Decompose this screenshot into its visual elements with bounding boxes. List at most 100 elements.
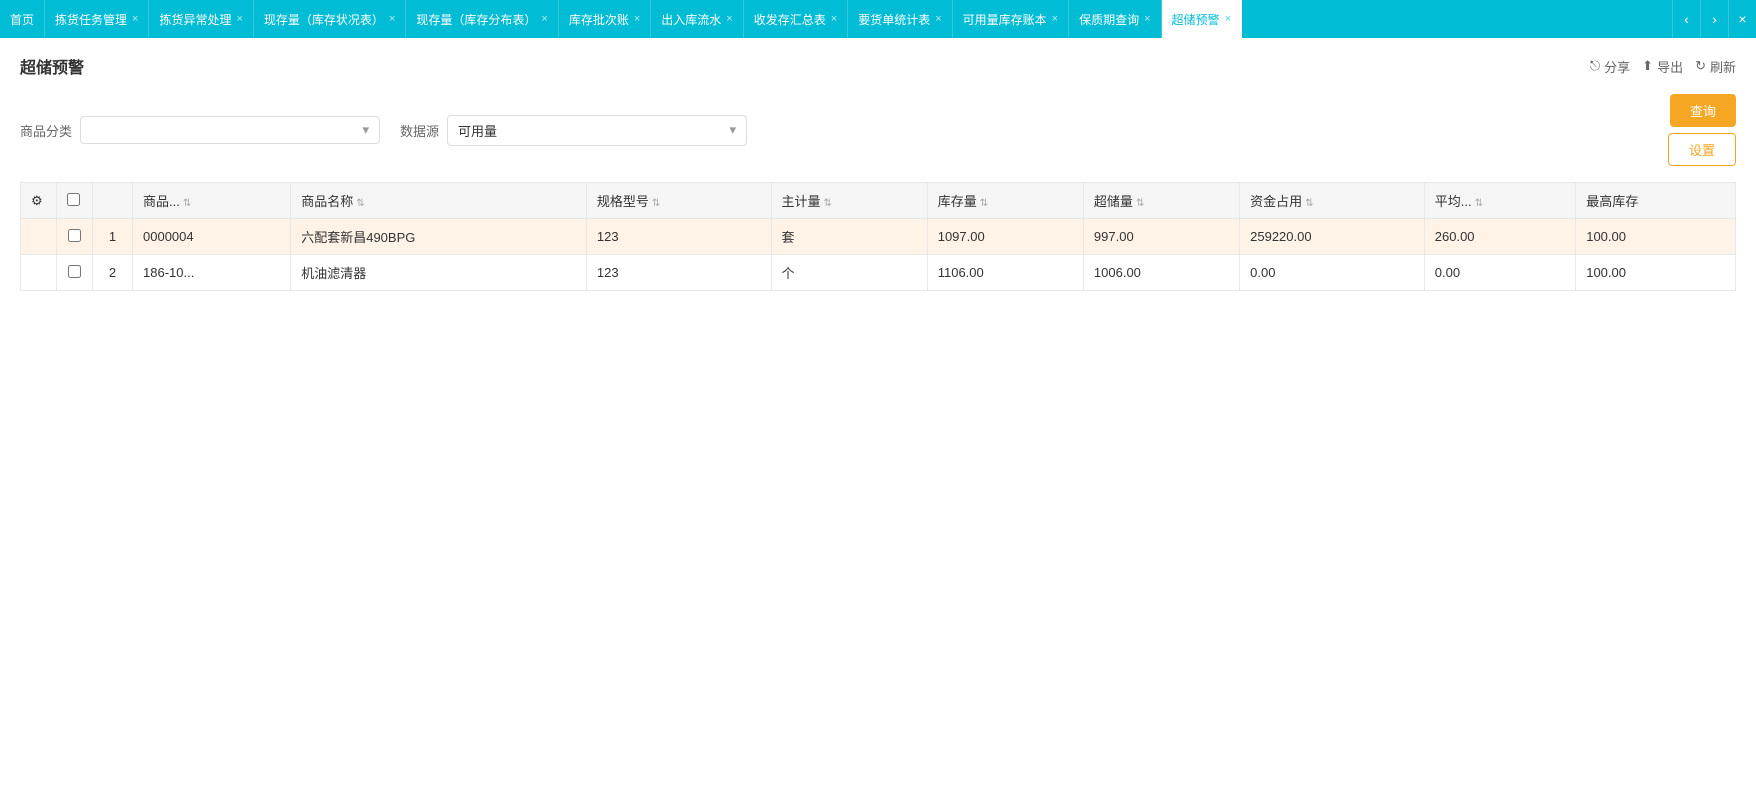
table-header-row: ⚙ 商品...⇅ 商品名称⇅ 规格型号⇅ 主计量⇅	[21, 183, 1736, 219]
close-icon[interactable]: ×	[935, 13, 941, 25]
filter-row: 商品分类 ▾ 数据源 可用量 ▾ 查询 设置	[20, 94, 1736, 166]
settings-icon[interactable]: ⚙	[31, 193, 43, 208]
product-name-cell: 六配套新昌490BPG	[291, 219, 587, 255]
product-code-col-header[interactable]: 商品...⇅	[133, 183, 291, 219]
header-actions: ⎋ 分享 ⬆ 导出 ↻ 刷新	[1590, 57, 1736, 76]
top-navigation: 首页 拣货任务管理 × 拣货异常处理 × 现存量（库存状况表） × 现存量（库存…	[0, 0, 1756, 38]
max-stock-cell: 100.00	[1576, 255, 1736, 291]
share-button[interactable]: ⎋ 分享	[1590, 57, 1630, 76]
unit-col-header[interactable]: 主计量⇅	[771, 183, 927, 219]
sort-icon: ⇅	[980, 198, 988, 209]
row-settings-cell	[21, 219, 57, 255]
nav-tab-batch[interactable]: 库存批次账 ×	[559, 0, 651, 38]
capital-cell: 0.00	[1240, 255, 1425, 291]
data-source-value: 可用量	[458, 121, 497, 140]
avg-col-header[interactable]: 平均...⇅	[1424, 183, 1575, 219]
nav-close-button[interactable]: ×	[1728, 0, 1756, 38]
close-icon[interactable]: ×	[1225, 13, 1231, 25]
stock-col-header[interactable]: 库存量⇅	[927, 183, 1083, 219]
avg-cell: 260.00	[1424, 219, 1575, 255]
sort-icon: ⇅	[652, 198, 660, 209]
nav-arrows: ‹ › ×	[1672, 0, 1756, 38]
data-source-label: 数据源	[400, 121, 439, 140]
nav-tab-available[interactable]: 可用量库存账本 ×	[953, 0, 1069, 38]
select-all-checkbox[interactable]	[67, 193, 80, 206]
stock-cell: 1097.00	[927, 219, 1083, 255]
query-button[interactable]: 查询	[1670, 94, 1736, 127]
sort-icon: ⇅	[183, 198, 191, 209]
spec-cell: 123	[586, 255, 771, 291]
main-content: 超储预警 ⎋ 分享 ⬆ 导出 ↻ 刷新 商品分类 ▾ 数据源	[0, 38, 1756, 800]
row-checkbox[interactable]	[68, 265, 81, 278]
nav-tab-inout[interactable]: 出入库流水 ×	[651, 0, 743, 38]
nav-tab-summary[interactable]: 收发存汇总表 ×	[744, 0, 848, 38]
chevron-down-icon: ▾	[730, 122, 737, 138]
max-stock-cell: 100.00	[1576, 219, 1736, 255]
share-icon: ⎋	[1590, 58, 1600, 74]
page-header: 超储预警 ⎋ 分享 ⬆ 导出 ↻ 刷新	[20, 54, 1736, 78]
product-code-cell: 186-10...	[133, 255, 291, 291]
nav-tab-home[interactable]: 首页	[0, 0, 45, 38]
rownum-col-header	[93, 183, 133, 219]
unit-cell: 个	[771, 255, 927, 291]
chevron-down-icon: ▾	[362, 122, 369, 138]
close-icon[interactable]: ×	[236, 13, 242, 25]
overstock-cell: 1006.00	[1083, 255, 1239, 291]
row-checkbox-cell[interactable]	[57, 219, 93, 255]
nav-next-button[interactable]: ›	[1700, 0, 1728, 38]
sort-icon: ⇅	[1136, 198, 1144, 209]
capital-cell: 259220.00	[1240, 219, 1425, 255]
close-icon[interactable]: ×	[634, 13, 640, 25]
page-title: 超储预警	[20, 54, 84, 78]
close-icon[interactable]: ×	[831, 13, 837, 25]
nav-tab-inventory-status[interactable]: 现存量（库存状况表） ×	[254, 0, 406, 38]
data-table: ⚙ 商品...⇅ 商品名称⇅ 规格型号⇅ 主计量⇅	[20, 182, 1736, 291]
close-icon[interactable]: ×	[1144, 13, 1150, 25]
close-icon[interactable]: ×	[541, 13, 547, 25]
data-source-filter: 数据源 可用量 ▾	[400, 115, 747, 146]
export-icon: ⬆	[1642, 58, 1653, 74]
refresh-icon: ↻	[1695, 58, 1706, 74]
nav-tab-task[interactable]: 拣货任务管理 ×	[45, 0, 149, 38]
product-name-cell: 机油滤清器	[291, 255, 587, 291]
overstock-col-header[interactable]: 超储量⇅	[1083, 183, 1239, 219]
row-num-cell: 1	[93, 219, 133, 255]
overstock-cell: 997.00	[1083, 219, 1239, 255]
nav-tab-inventory-dist[interactable]: 现存量（库存分布表） ×	[406, 0, 558, 38]
nav-prev-button[interactable]: ‹	[1672, 0, 1700, 38]
product-category-label: 商品分类	[20, 121, 72, 140]
product-code-cell: 0000004	[133, 219, 291, 255]
table-body: 1 0000004 六配套新昌490BPG 123 套 1097.00 997.…	[21, 219, 1736, 291]
close-icon[interactable]: ×	[1052, 13, 1058, 25]
spec-cell: 123	[586, 219, 771, 255]
stock-cell: 1106.00	[927, 255, 1083, 291]
close-icon[interactable]: ×	[389, 13, 395, 25]
close-icon[interactable]: ×	[132, 13, 138, 25]
row-checkbox[interactable]	[68, 229, 81, 242]
avg-cell: 0.00	[1424, 255, 1575, 291]
settings-button[interactable]: 设置	[1668, 133, 1736, 166]
capital-col-header[interactable]: 资金占用⇅	[1240, 183, 1425, 219]
nav-tab-exception[interactable]: 拣货异常处理 ×	[149, 0, 253, 38]
unit-cell: 套	[771, 219, 927, 255]
checkbox-col-header	[57, 183, 93, 219]
nav-tab-expiry[interactable]: 保质期查询 ×	[1069, 0, 1161, 38]
table-row: 1 0000004 六配套新昌490BPG 123 套 1097.00 997.…	[21, 219, 1736, 255]
product-category-filter: 商品分类 ▾	[20, 116, 380, 144]
close-icon[interactable]: ×	[726, 13, 732, 25]
spec-col-header[interactable]: 规格型号⇅	[586, 183, 771, 219]
export-button[interactable]: ⬆ 导出	[1642, 57, 1683, 76]
sort-icon: ⇅	[1305, 198, 1313, 209]
refresh-button[interactable]: ↻ 刷新	[1695, 57, 1736, 76]
sort-icon: ⇅	[824, 198, 832, 209]
row-checkbox-cell[interactable]	[57, 255, 93, 291]
data-source-select[interactable]: 可用量 ▾	[447, 115, 747, 146]
max-stock-col-header: 最高库存	[1576, 183, 1736, 219]
row-num-cell: 2	[93, 255, 133, 291]
settings-col-header[interactable]: ⚙	[21, 183, 57, 219]
row-settings-cell	[21, 255, 57, 291]
product-name-col-header[interactable]: 商品名称⇅	[291, 183, 587, 219]
nav-tab-requisition[interactable]: 要货单统计表 ×	[848, 0, 952, 38]
nav-tab-overstock[interactable]: 超储预警 ×	[1162, 0, 1242, 38]
product-category-select[interactable]: ▾	[80, 116, 380, 144]
